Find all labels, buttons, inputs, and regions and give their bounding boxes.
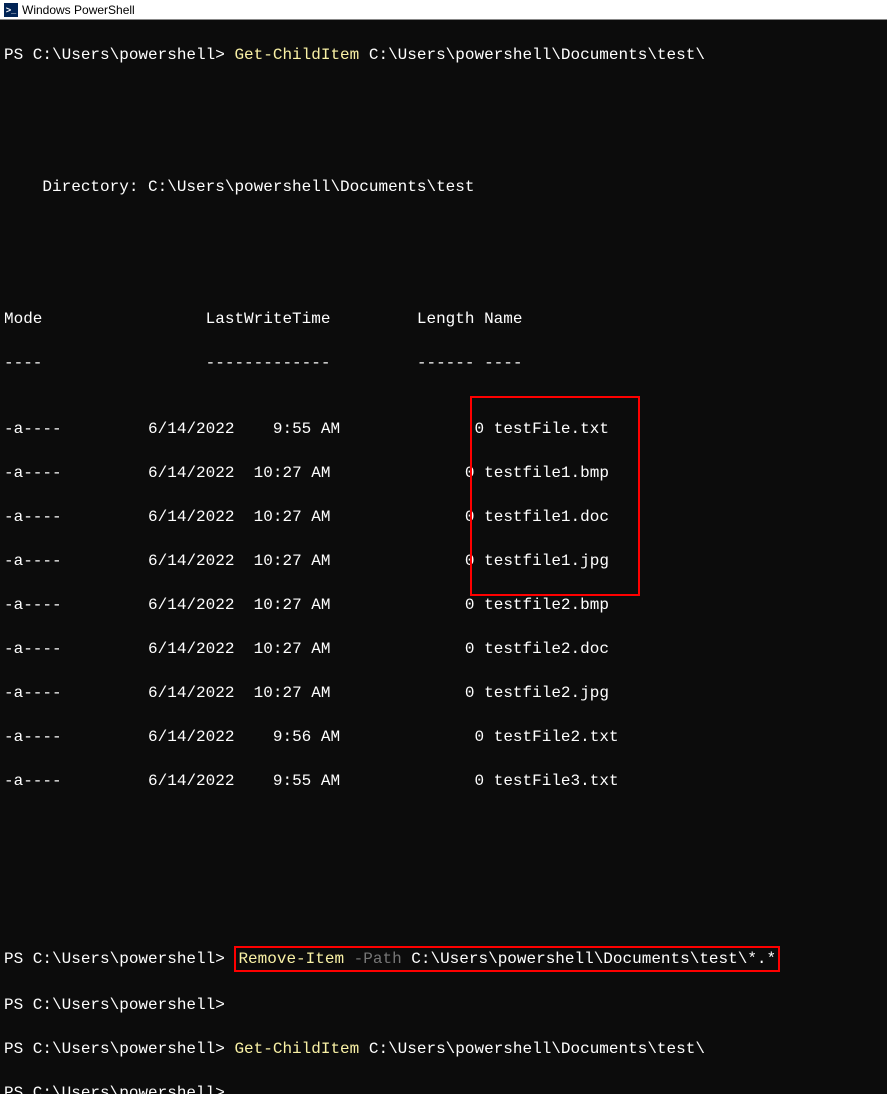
file-date: 6/14/2022: [148, 464, 234, 482]
file-date: 6/14/2022: [148, 508, 234, 526]
prompt: PS C:\Users\powershell>: [4, 1084, 234, 1094]
file-time: 10:27 AM: [254, 640, 331, 658]
file-row: -a---- 6/14/2022 10:27 AM 0 testfile1.do…: [4, 506, 883, 528]
directory-header: Directory: C:\Users\powershell\Documents…: [4, 176, 883, 198]
file-mode: -a----: [4, 640, 62, 658]
terminal-output[interactable]: PS C:\Users\powershell> Get-ChildItem C:…: [0, 20, 887, 1094]
file-length: 0: [465, 684, 475, 702]
blank-line: [4, 902, 883, 924]
cmd-arg: C:\Users\powershell\Documents\test\: [359, 46, 705, 64]
column-header-separator: ---- ------------- ------ ----: [4, 352, 883, 374]
command-line: PS C:\Users\powershell>: [4, 1082, 883, 1094]
file-time: 10:27 AM: [254, 552, 331, 570]
file-name: testFile2.txt: [494, 728, 619, 746]
file-mode: -a----: [4, 684, 62, 702]
file-mode: -a----: [4, 552, 62, 570]
cmdlet: Get-ChildItem: [234, 1040, 359, 1058]
file-name: testFile.txt: [494, 420, 609, 438]
column-headers: Mode LastWriteTime Length Name: [4, 308, 883, 330]
file-length: 0: [465, 640, 475, 658]
blank-line: [4, 88, 883, 110]
file-time: 9:56 AM: [263, 728, 340, 746]
file-row: -a---- 6/14/2022 10:27 AM 0 testfile1.bm…: [4, 462, 883, 484]
prompt: PS C:\Users\powershell>: [4, 46, 234, 64]
file-mode: -a----: [4, 420, 62, 438]
file-name: testfile2.jpg: [484, 684, 609, 702]
file-time: 10:27 AM: [254, 508, 331, 526]
file-name: testfile1.doc: [484, 508, 609, 526]
file-list: -a---- 6/14/2022 9:55 AM 0 testFile.txt …: [4, 396, 883, 836]
file-mode: -a----: [4, 508, 62, 526]
file-date: 6/14/2022: [148, 552, 234, 570]
file-row: -a---- 6/14/2022 10:27 AM 0 testfile2.do…: [4, 638, 883, 660]
file-time: 9:55 AM: [263, 772, 340, 790]
cmdlet: Remove-Item: [238, 950, 344, 968]
prompt: PS C:\Users\powershell>: [4, 996, 225, 1014]
cmd-arg: C:\Users\powershell\Documents\test\: [359, 1040, 705, 1058]
command-line: PS C:\Users\powershell> Get-ChildItem C:…: [4, 44, 883, 66]
file-row: -a---- 6/14/2022 10:27 AM 0 testfile1.jp…: [4, 550, 883, 572]
file-row: -a---- 6/14/2022 9:56 AM 0 testFile2.txt: [4, 726, 883, 748]
cmdlet: Get-ChildItem: [234, 46, 359, 64]
cmd-arg: C:\Users\powershell\Documents\test\*.*: [402, 950, 776, 968]
file-row: -a---- 6/14/2022 10:27 AM 0 testfile2.bm…: [4, 594, 883, 616]
file-mode: -a----: [4, 772, 62, 790]
file-time: 10:27 AM: [254, 684, 331, 702]
file-length: 0: [475, 420, 485, 438]
file-name: testFile3.txt: [494, 772, 619, 790]
command-line: PS C:\Users\powershell> Get-ChildItem C:…: [4, 1038, 883, 1060]
file-date: 6/14/2022: [148, 596, 234, 614]
file-time: 10:27 AM: [254, 596, 331, 614]
file-date: 6/14/2022: [148, 728, 234, 746]
file-row: -a---- 6/14/2022 9:55 AM 0 testFile3.txt: [4, 770, 883, 792]
file-date: 6/14/2022: [148, 772, 234, 790]
file-time: 9:55 AM: [263, 420, 340, 438]
prompt: PS C:\Users\powershell>: [4, 950, 234, 968]
file-mode: -a----: [4, 464, 62, 482]
file-name: testfile2.doc: [484, 640, 609, 658]
blank-line: [4, 132, 883, 154]
file-mode: -a----: [4, 596, 62, 614]
powershell-icon: >_: [4, 3, 18, 17]
blank-line: [4, 220, 883, 242]
file-name: testfile1.bmp: [484, 464, 609, 482]
file-mode: -a----: [4, 728, 62, 746]
prompt: PS C:\Users\powershell>: [4, 1040, 234, 1058]
file-name: testfile1.jpg: [484, 552, 609, 570]
file-name: testfile2.bmp: [484, 596, 609, 614]
file-date: 6/14/2022: [148, 640, 234, 658]
command-line: PS C:\Users\powershell> Remove-Item -Pat…: [4, 946, 883, 972]
file-length: 0: [465, 508, 475, 526]
blank-line: [4, 858, 883, 880]
window-title: Windows PowerShell: [22, 3, 135, 17]
file-length: 0: [475, 728, 485, 746]
blank-line: [4, 264, 883, 286]
highlight-box-command: Remove-Item -Path C:\Users\powershell\Do…: [234, 946, 780, 972]
file-length: 0: [465, 552, 475, 570]
file-length: 0: [465, 596, 475, 614]
file-length: 0: [475, 772, 485, 790]
file-date: 6/14/2022: [148, 420, 234, 438]
file-date: 6/14/2022: [148, 684, 234, 702]
command-line: PS C:\Users\powershell>: [4, 994, 883, 1016]
file-time: 10:27 AM: [254, 464, 331, 482]
file-row: -a---- 6/14/2022 9:55 AM 0 testFile.txt: [4, 418, 883, 440]
file-row: -a---- 6/14/2022 10:27 AM 0 testfile2.jp…: [4, 682, 883, 704]
titlebar: >_ Windows PowerShell: [0, 0, 887, 20]
file-length: 0: [465, 464, 475, 482]
cmd-param: -Path: [344, 950, 402, 968]
